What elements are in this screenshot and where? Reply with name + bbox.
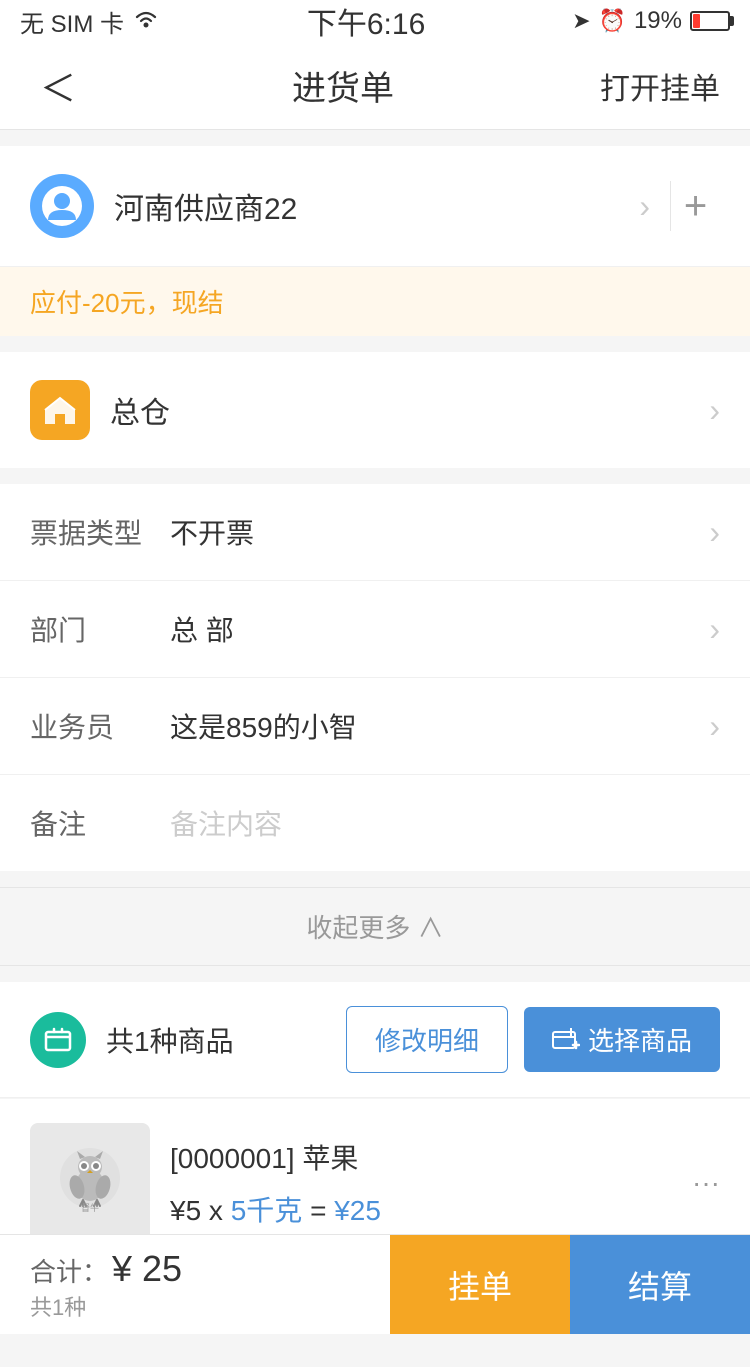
invoice-type-label: 票据类型 <box>30 512 170 552</box>
notice-text: 应付-20元，现结 <box>30 288 224 318</box>
product-more-button[interactable]: ··· <box>692 1167 720 1199</box>
department-row[interactable]: 部门 总 部 › <box>0 581 750 678</box>
warehouse-name: 总仓 <box>110 388 709 432</box>
total-label: 合计： <box>30 1252 108 1289</box>
supplier-avatar <box>30 174 94 238</box>
department-chevron-icon: › <box>709 611 720 648</box>
location-icon: ➤ <box>572 8 590 34</box>
status-bar-right: ➤ ⏰ 19% <box>572 7 730 35</box>
product-price-row: ¥5 x 5千克 = ¥25 <box>170 1189 672 1229</box>
alarm-icon: ⏰ <box>599 8 626 34</box>
bottom-bar: 合计： ¥ 25 共1种 挂单 结算 <box>0 1234 750 1334</box>
status-bar-left: 无 SIM 卡 <box>20 4 160 39</box>
product-name: [0000001] 苹果 <box>170 1137 672 1177</box>
carrier-text: 无 SIM 卡 <box>20 4 124 39</box>
product-code: [0000001] <box>170 1143 302 1174</box>
remark-label: 备注 <box>30 803 170 843</box>
supplier-name: 河南供应商22 <box>114 184 639 228</box>
supplier-section: 河南供应商22 › + 应付-20元，现结 <box>0 146 750 336</box>
notice-bar: 应付-20元，现结 <box>0 267 750 336</box>
form-section: 票据类型 不开票 › 部门 总 部 › 业务员 这是859的小智 › 备注 备注… <box>0 484 750 871</box>
collapse-bar[interactable]: 收起更多 ∧ <box>0 887 750 966</box>
warehouse-icon <box>30 380 90 440</box>
product-info: [0000001] 苹果 ¥5 x 5千克 = ¥25 <box>170 1137 672 1229</box>
remark-input[interactable]: 备注内容 <box>170 803 720 843</box>
department-value: 总 部 <box>170 609 709 649</box>
page-title: 进货单 <box>292 61 394 110</box>
wifi-icon <box>132 7 160 35</box>
salesman-value: 这是859的小智 <box>170 706 709 746</box>
battery-percent: 19% <box>634 7 682 35</box>
total-count: 共1种 <box>30 1290 360 1322</box>
nav-bar: ＜ 进货单 打开挂单 <box>0 42 750 130</box>
invoice-type-value: 不开票 <box>170 512 709 552</box>
edit-detail-button[interactable]: 修改明细 <box>346 1006 508 1073</box>
hang-button[interactable]: 挂单 <box>390 1235 570 1334</box>
total-amount: ¥ 25 <box>112 1248 182 1290</box>
status-bar: 无 SIM 卡 下午6:16 ➤ ⏰ 19% <box>0 0 750 42</box>
owl-icon: 督牛 <box>55 1143 125 1223</box>
bottom-total: 合计： ¥ 25 共1种 <box>0 1235 390 1334</box>
battery-icon <box>690 11 730 31</box>
product-thumbnail: 督牛 <box>30 1123 150 1243</box>
select-product-label: 选择商品 <box>588 1021 692 1058</box>
supplier-actions: › + <box>639 181 720 231</box>
back-button[interactable]: ＜ <box>30 50 86 122</box>
status-bar-time: 下午6:16 <box>307 0 425 43</box>
product-icon <box>30 1012 86 1068</box>
warehouse-chevron-icon: › <box>709 392 720 429</box>
divider <box>0 130 750 146</box>
warehouse-section[interactable]: 总仓 › <box>0 352 750 468</box>
supplier-row[interactable]: 河南供应商22 › + <box>0 146 750 267</box>
equals: = <box>310 1195 334 1226</box>
salesman-row[interactable]: 业务员 这是859的小智 › <box>0 678 750 775</box>
supplier-chevron-icon: › <box>639 188 650 225</box>
add-supplier-button[interactable]: + <box>670 181 720 231</box>
avatar-inner <box>42 186 82 226</box>
unit-price: ¥5 x <box>170 1195 231 1226</box>
line-total: ¥25 <box>334 1195 381 1226</box>
product-title: 苹果 <box>302 1143 358 1174</box>
svg-text:督牛: 督牛 <box>81 1202 99 1213</box>
invoice-type-chevron-icon: › <box>709 514 720 551</box>
quantity: 5千克 <box>231 1195 303 1226</box>
select-product-button[interactable]: 选择商品 <box>524 1007 720 1072</box>
product-header: 共1种商品 修改明细 选择商品 <box>0 982 750 1098</box>
product-count: 共1种商品 <box>106 1020 346 1060</box>
remark-row[interactable]: 备注 备注内容 <box>0 775 750 871</box>
open-hang-button[interactable]: 打开挂单 <box>600 64 720 108</box>
salesman-chevron-icon: › <box>709 708 720 745</box>
warehouse-row[interactable]: 总仓 › <box>0 352 750 468</box>
salesman-label: 业务员 <box>30 706 170 746</box>
invoice-type-row[interactable]: 票据类型 不开票 › <box>0 484 750 581</box>
settle-button[interactable]: 结算 <box>570 1235 750 1334</box>
department-label: 部门 <box>30 609 170 649</box>
collapse-label: 收起更多 ∧ <box>306 913 443 943</box>
